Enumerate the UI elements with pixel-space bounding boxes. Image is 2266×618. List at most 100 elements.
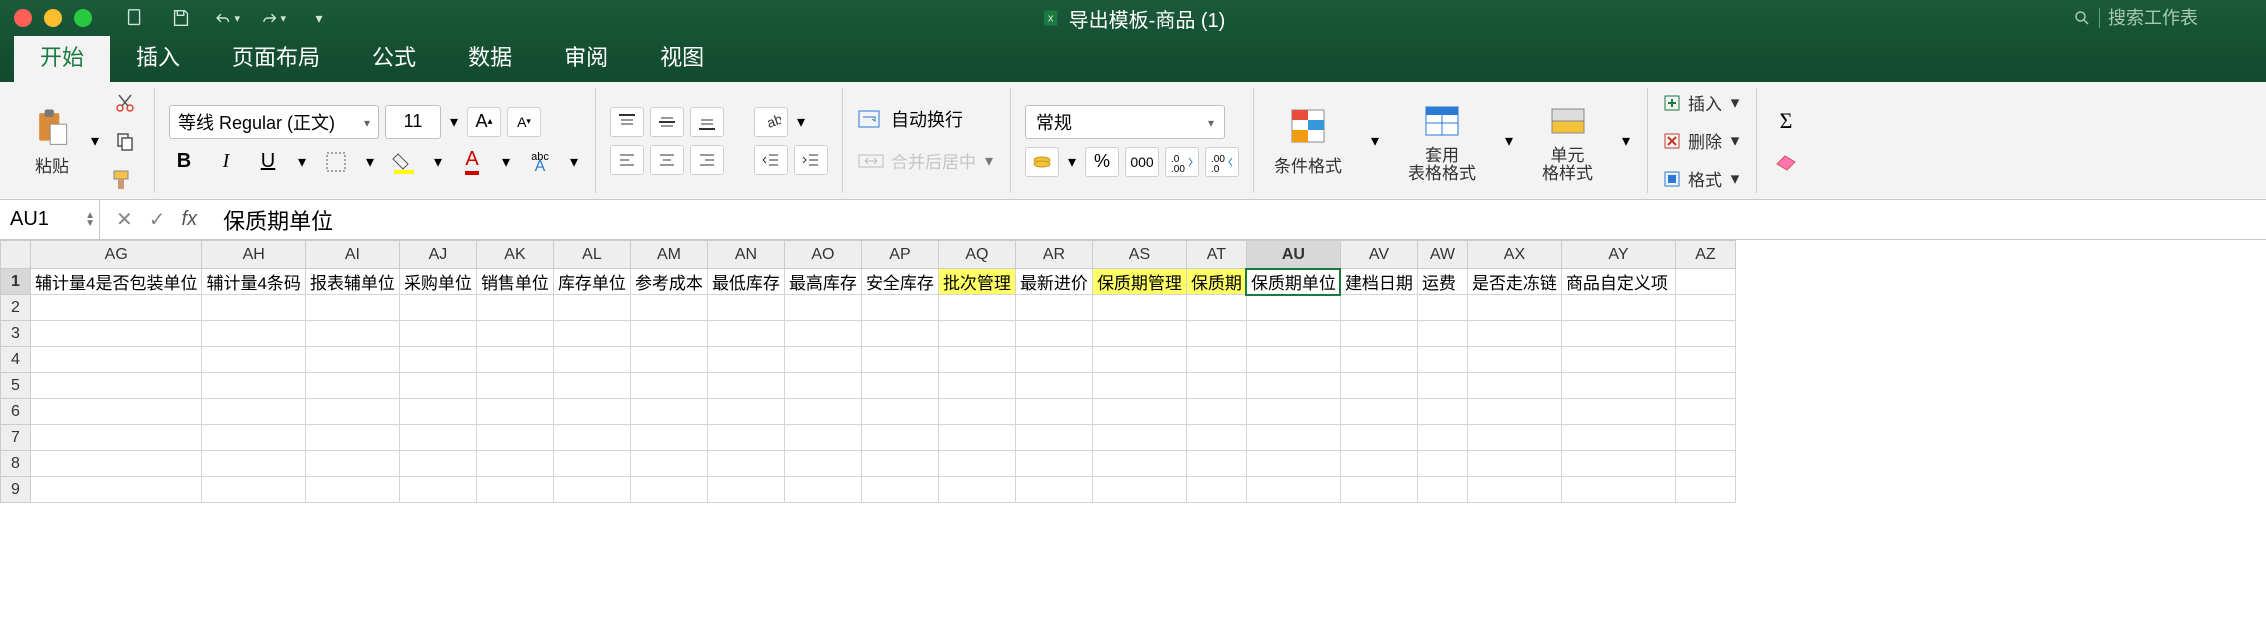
enter-formula-icon[interactable]: ✓ <box>149 207 166 232</box>
cell-AV8[interactable] <box>1340 451 1417 477</box>
column-header-AL[interactable]: AL <box>553 241 630 269</box>
undo-icon[interactable]: ▾ <box>214 5 240 31</box>
fill-color-icon[interactable] <box>389 147 419 177</box>
cell-AM7[interactable] <box>630 425 707 451</box>
tab-审阅[interactable]: 审阅 <box>538 32 634 82</box>
cell-AL7[interactable] <box>553 425 630 451</box>
cell-AH5[interactable] <box>202 373 305 399</box>
cell-AU1[interactable]: 保质期单位 <box>1246 269 1340 295</box>
cell-AY8[interactable] <box>1561 451 1675 477</box>
zoom-window-button[interactable] <box>74 9 92 27</box>
cell-AX7[interactable] <box>1467 425 1561 451</box>
cell-AU8[interactable] <box>1246 451 1340 477</box>
cell-AR6[interactable] <box>1015 399 1092 425</box>
cell-AS9[interactable] <box>1092 477 1186 503</box>
cell-AI8[interactable] <box>305 451 399 477</box>
cell-AO7[interactable] <box>784 425 861 451</box>
cell-AI2[interactable] <box>305 295 399 321</box>
cell-AY3[interactable] <box>1561 321 1675 347</box>
cell-AN4[interactable] <box>707 347 784 373</box>
cell-AH6[interactable] <box>202 399 305 425</box>
cell-AY4[interactable] <box>1561 347 1675 373</box>
column-header-AO[interactable]: AO <box>784 241 861 269</box>
clear-icon[interactable] <box>1771 146 1801 176</box>
column-header-AN[interactable]: AN <box>707 241 784 269</box>
cell-AV4[interactable] <box>1340 347 1417 373</box>
conditional-formatting-button[interactable]: 条件格式 <box>1268 100 1348 181</box>
cell-AS1[interactable]: 保质期管理 <box>1092 269 1186 295</box>
cut-icon[interactable] <box>110 88 140 118</box>
cell-AY7[interactable] <box>1561 425 1675 451</box>
cell-AK9[interactable] <box>476 477 553 503</box>
cell-AN9[interactable] <box>707 477 784 503</box>
cell-AH1[interactable]: 辅计量4条码 <box>202 269 305 295</box>
cell-AX1[interactable]: 是否走冻链 <box>1467 269 1561 295</box>
cell-AL8[interactable] <box>553 451 630 477</box>
paste-dropdown[interactable]: ▾ <box>88 126 102 156</box>
cell-AK6[interactable] <box>476 399 553 425</box>
tab-公式[interactable]: 公式 <box>346 32 442 82</box>
cell-AG5[interactable] <box>31 373 202 399</box>
cell-AR9[interactable] <box>1015 477 1092 503</box>
cell-AI1[interactable]: 报表辅单位 <box>305 269 399 295</box>
tab-插入[interactable]: 插入 <box>110 32 206 82</box>
tab-视图[interactable]: 视图 <box>634 32 730 82</box>
cell-AX9[interactable] <box>1467 477 1561 503</box>
format-painter-icon[interactable] <box>110 164 140 194</box>
font-size-dropdown[interactable]: ▾ <box>447 107 461 137</box>
cell-AP6[interactable] <box>861 399 938 425</box>
cell-AI5[interactable] <box>305 373 399 399</box>
cell-AN2[interactable] <box>707 295 784 321</box>
cell-AI3[interactable] <box>305 321 399 347</box>
cell-AN3[interactable] <box>707 321 784 347</box>
cell-AX4[interactable] <box>1467 347 1561 373</box>
cell-AL3[interactable] <box>553 321 630 347</box>
align-top-icon[interactable] <box>610 107 644 137</box>
column-header-AM[interactable]: AM <box>630 241 707 269</box>
cell-AX5[interactable] <box>1467 373 1561 399</box>
tab-页面布局[interactable]: 页面布局 <box>206 32 346 82</box>
cell-AT4[interactable] <box>1186 347 1246 373</box>
fill-color-dropdown[interactable]: ▾ <box>431 147 445 177</box>
cell-AY2[interactable] <box>1561 295 1675 321</box>
column-header-AZ[interactable]: AZ <box>1675 241 1735 269</box>
cell-AU7[interactable] <box>1246 425 1340 451</box>
cell-AW8[interactable] <box>1417 451 1467 477</box>
cell-AL5[interactable] <box>553 373 630 399</box>
cell-AK7[interactable] <box>476 425 553 451</box>
cell-AJ1[interactable]: 采购单位 <box>399 269 476 295</box>
cell-AN8[interactable] <box>707 451 784 477</box>
cell-AI7[interactable] <box>305 425 399 451</box>
cell-AU5[interactable] <box>1246 373 1340 399</box>
cell-AN6[interactable] <box>707 399 784 425</box>
cell-AZ4[interactable] <box>1675 347 1735 373</box>
cell-AW6[interactable] <box>1417 399 1467 425</box>
cell-AX3[interactable] <box>1467 321 1561 347</box>
column-header-AW[interactable]: AW <box>1417 241 1467 269</box>
row-header-2[interactable]: 2 <box>1 295 31 321</box>
cell-AG7[interactable] <box>31 425 202 451</box>
cell-AV5[interactable] <box>1340 373 1417 399</box>
cell-AZ5[interactable] <box>1675 373 1735 399</box>
cell-AS3[interactable] <box>1092 321 1186 347</box>
row-header-5[interactable]: 5 <box>1 373 31 399</box>
cell-AM3[interactable] <box>630 321 707 347</box>
row-header-6[interactable]: 6 <box>1 399 31 425</box>
column-header-AJ[interactable]: AJ <box>399 241 476 269</box>
cell-AL6[interactable] <box>553 399 630 425</box>
cell-AJ7[interactable] <box>399 425 476 451</box>
name-box[interactable]: AU1 ▲▼ <box>0 200 100 239</box>
cell-AS4[interactable] <box>1092 347 1186 373</box>
row-header-3[interactable]: 3 <box>1 321 31 347</box>
new-file-icon[interactable] <box>122 5 148 31</box>
column-header-AH[interactable]: AH <box>202 241 305 269</box>
underline-dropdown[interactable]: ▾ <box>295 147 309 177</box>
cell-AV2[interactable] <box>1340 295 1417 321</box>
column-header-AV[interactable]: AV <box>1340 241 1417 269</box>
row-header-8[interactable]: 8 <box>1 451 31 477</box>
italic-button[interactable]: I <box>211 147 241 177</box>
cell-AY1[interactable]: 商品自定义项 <box>1561 269 1675 295</box>
cell-AH8[interactable] <box>202 451 305 477</box>
cell-AJ3[interactable] <box>399 321 476 347</box>
font-color-icon[interactable]: A <box>457 147 487 177</box>
